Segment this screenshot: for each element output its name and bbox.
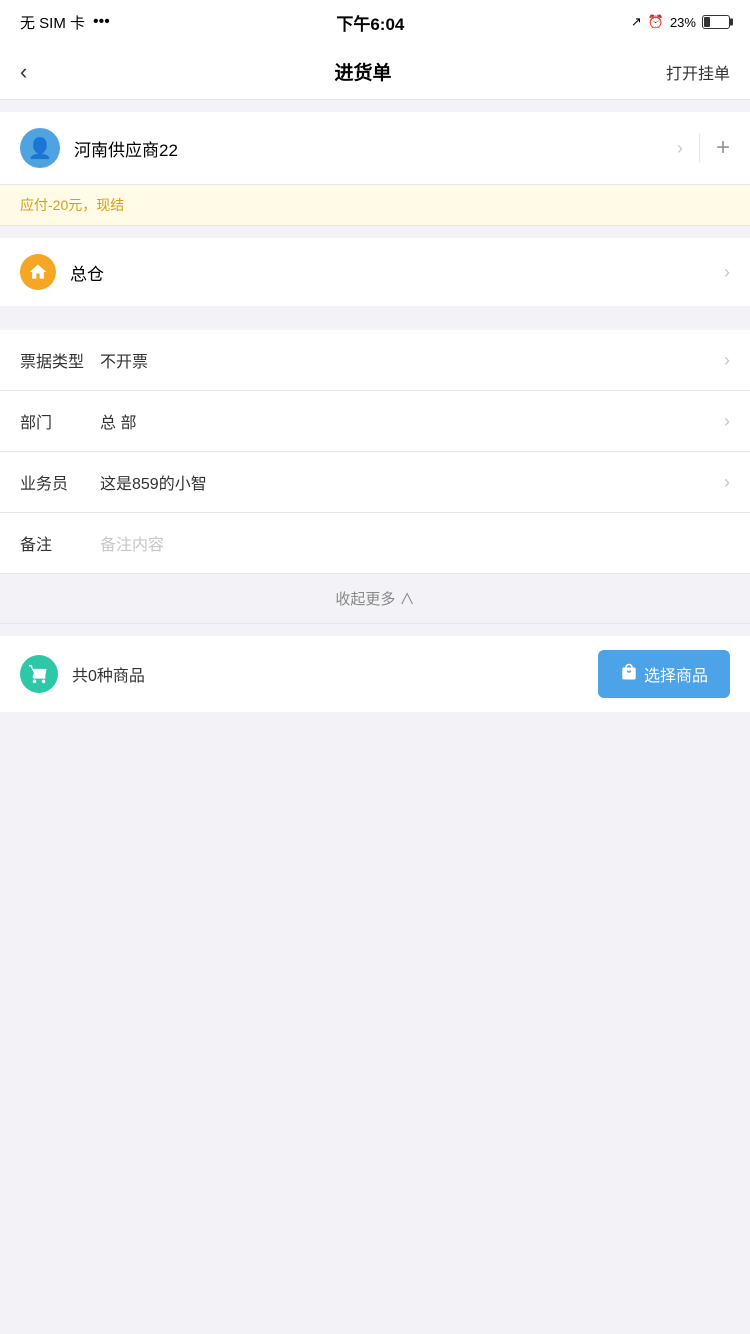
select-product-button[interactable]: 选择商品 bbox=[598, 650, 730, 698]
department-value: 总 部 bbox=[100, 409, 724, 433]
product-count: 共0种商品 bbox=[72, 662, 598, 686]
spacer-2 bbox=[0, 226, 750, 238]
invoice-type-label: 票据类型 bbox=[20, 348, 100, 372]
warehouse-chevron-icon: › bbox=[724, 262, 730, 283]
remark-label: 备注 bbox=[20, 531, 100, 555]
spacer-3 bbox=[0, 306, 750, 318]
carrier-text: 无 SIM 卡 bbox=[20, 12, 85, 33]
product-bar: 共0种商品 选择商品 bbox=[0, 636, 750, 712]
supplier-avatar: 👤 bbox=[20, 128, 60, 168]
collapse-bar[interactable]: 收起更多 ∧ bbox=[0, 573, 750, 624]
department-chevron-icon: › bbox=[724, 411, 730, 432]
invoice-type-row[interactable]: 票据类型 不开票 › bbox=[0, 330, 750, 391]
department-row[interactable]: 部门 总 部 › bbox=[0, 391, 750, 452]
spacer-1 bbox=[0, 100, 750, 112]
supplier-chevron-icon: › bbox=[677, 138, 683, 159]
battery-icon bbox=[702, 15, 730, 29]
select-product-label: 选择商品 bbox=[644, 662, 708, 686]
salesperson-label: 业务员 bbox=[20, 470, 100, 494]
bottom-gray-area bbox=[0, 712, 750, 1012]
battery-text: 23% bbox=[670, 15, 696, 30]
salesperson-row[interactable]: 业务员 这是859的小智 › bbox=[0, 452, 750, 513]
salesperson-value: 这是859的小智 bbox=[100, 470, 724, 494]
nav-bar: ‹ 进货单 打开挂单 bbox=[0, 44, 750, 100]
status-bar: 无 SIM 卡 ••• 下午6:04 ↗ ⏰ 23% bbox=[0, 0, 750, 44]
back-button[interactable]: ‹ bbox=[20, 59, 60, 85]
remark-row[interactable]: 备注 备注内容 bbox=[0, 513, 750, 573]
location-icon: ↗ bbox=[631, 14, 642, 30]
status-right: ↗ ⏰ 23% bbox=[631, 14, 730, 30]
alarm-icon: ⏰ bbox=[648, 14, 664, 30]
invoice-type-value: 不开票 bbox=[100, 348, 724, 372]
invoice-type-chevron-icon: › bbox=[724, 350, 730, 371]
open-pending-button[interactable]: 打开挂单 bbox=[666, 60, 730, 84]
remark-placeholder: 备注内容 bbox=[100, 531, 730, 555]
warehouse-icon bbox=[20, 254, 56, 290]
product-icon bbox=[20, 655, 58, 693]
salesperson-chevron-icon: › bbox=[724, 472, 730, 493]
add-supplier-button[interactable]: + bbox=[716, 134, 730, 162]
wifi-icon: ••• bbox=[93, 13, 110, 31]
page-title: 进货单 bbox=[334, 58, 391, 85]
supplier-name: 河南供应商22 bbox=[74, 136, 677, 161]
supplier-row[interactable]: 👤 河南供应商22 › + bbox=[0, 112, 750, 185]
warehouse-row[interactable]: 总仓 › bbox=[0, 238, 750, 306]
form-section: 票据类型 不开票 › 部门 总 部 › 业务员 这是859的小智 › 备注 备注… bbox=[0, 330, 750, 573]
divider bbox=[699, 134, 700, 162]
avatar-icon: 👤 bbox=[28, 136, 53, 161]
notice-text: 应付-20元，现结 bbox=[20, 197, 124, 213]
warehouse-section: 总仓 › bbox=[0, 238, 750, 306]
supplier-section: 👤 河南供应商22 › + 应付-20元，现结 bbox=[0, 112, 750, 226]
status-time: 下午6:04 bbox=[336, 10, 404, 35]
department-label: 部门 bbox=[20, 409, 100, 433]
warehouse-name: 总仓 bbox=[70, 260, 724, 285]
notice-bar: 应付-20元，现结 bbox=[0, 185, 750, 226]
collapse-label: 收起更多 ∧ bbox=[335, 591, 414, 608]
status-left: 无 SIM 卡 ••• bbox=[20, 12, 110, 33]
cart-icon bbox=[620, 663, 638, 686]
